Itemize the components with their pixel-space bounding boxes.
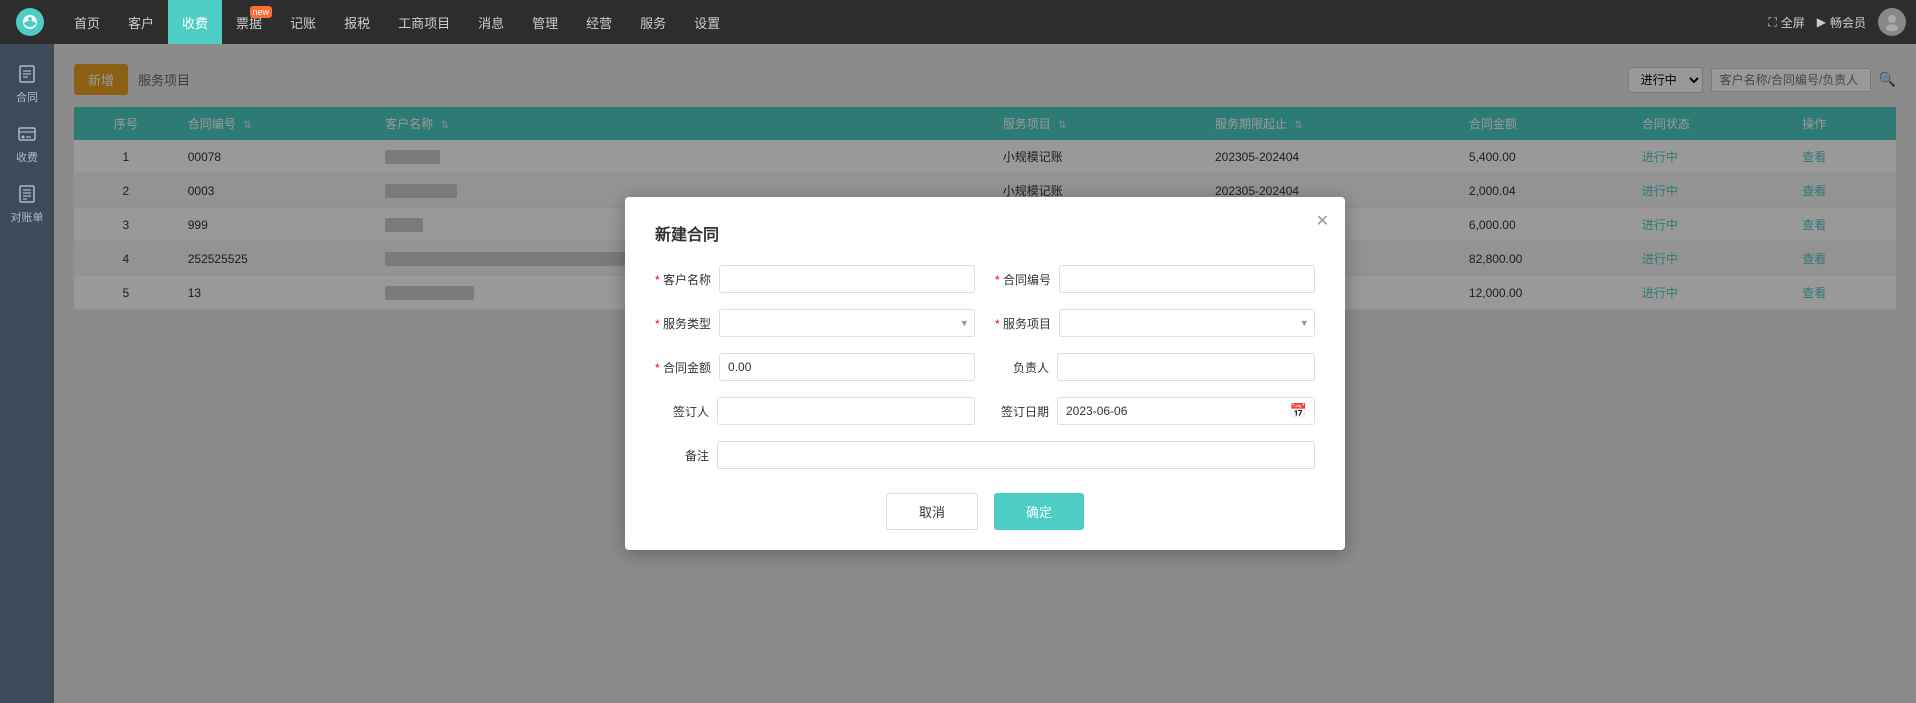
reconciliation-icon [16,183,38,205]
signer-row: 签订人 [655,397,975,425]
nav-right: ⛶ 全屏 ▶ 畅会员 [1768,8,1906,36]
fullscreen-button[interactable]: ⛶ 全屏 [1768,14,1804,31]
nav-item-customer[interactable]: 客户 [114,0,168,44]
sidebar: 合同 收费 [0,44,54,703]
service-type-row: 服务类型 [655,309,975,337]
billing-icon [16,123,38,145]
responsible-row: 负责人 [995,353,1315,381]
service-item-select[interactable] [1059,309,1315,337]
contract-amount-label: 合同金额 [655,359,711,376]
modal-form: 客户名称 合同编号 服务类型 [655,265,1315,469]
service-type-select[interactable] [719,309,975,337]
nav-item-message[interactable]: 消息 [464,0,518,44]
modal-footer: 取消 确定 [655,493,1315,530]
responsible-label: 负责人 [995,359,1049,376]
signer-label: 签订人 [655,403,709,420]
nav-item-manage[interactable]: 管理 [518,0,572,44]
responsible-input[interactable] [1057,353,1315,381]
member-button[interactable]: ▶ 畅会员 [1817,14,1866,31]
remark-label: 备注 [655,447,709,464]
sidebar-item-contract[interactable]: 合同 [0,54,54,114]
nav-item-invoice[interactable]: 票据 new [222,0,276,44]
nav-item-bizproject[interactable]: 工商项目 [384,0,464,44]
customer-name-label: 客户名称 [655,271,711,288]
nav-item-billing[interactable]: 收费 [168,0,222,44]
signer-input[interactable] [717,397,975,425]
logo-icon [16,8,44,36]
main-layout: 合同 收费 [0,44,1916,703]
new-badge: new [250,6,273,18]
modal-close-button[interactable]: ✕ [1316,211,1329,231]
service-type-select-wrap [719,309,975,337]
service-item-label: 服务项目 [995,315,1051,332]
sign-date-input[interactable] [1057,397,1315,425]
sign-date-row: 签订日期 📅 [995,397,1315,425]
contract-no-input[interactable] [1059,265,1315,293]
cancel-button[interactable]: 取消 [886,493,978,530]
content-area: 新增 服务项目 进行中 已完成 已取消 🔍 序号 合同编号 ⇅ 客户名称 ⇅ 服… [54,44,1916,703]
nav-item-home[interactable]: 首页 [60,0,114,44]
service-item-row: 服务项目 [995,309,1315,337]
top-navigation: 首页 客户 收费 票据 new 记账 报税 工商项目 消息 管理 经营 服务 设… [0,0,1916,44]
contract-amount-row: 合同金额 [655,353,975,381]
sidebar-item-billing[interactable]: 收费 [0,114,54,174]
contract-amount-input[interactable] [719,353,975,381]
remark-row: 备注 [655,441,1315,469]
service-item-select-wrap [1059,309,1315,337]
contract-icon [16,63,38,85]
remark-input[interactable] [717,441,1315,469]
nav-item-service[interactable]: 服务 [626,0,680,44]
customer-name-row: 客户名称 [655,265,975,293]
new-contract-modal: ✕ 新建合同 客户名称 合同编号 服务类型 [625,197,1345,550]
sidebar-item-reconciliation[interactable]: 对账单 [0,174,54,234]
service-type-label: 服务类型 [655,315,711,332]
nav-item-operation[interactable]: 经营 [572,0,626,44]
modal-overlay: ✕ 新建合同 客户名称 合同编号 服务类型 [54,44,1916,703]
nav-item-bookkeeping[interactable]: 记账 [276,0,330,44]
sign-date-wrap: 📅 [1057,397,1315,425]
modal-title: 新建合同 [655,221,1315,245]
sign-date-label: 签订日期 [995,403,1049,420]
nav-item-tax[interactable]: 报税 [330,0,384,44]
contract-no-row: 合同编号 [995,265,1315,293]
customer-name-input[interactable] [719,265,975,293]
logo [10,0,50,44]
nav-item-settings[interactable]: 设置 [680,0,734,44]
user-avatar[interactable] [1878,8,1906,36]
confirm-button[interactable]: 确定 [994,493,1084,530]
contract-no-label: 合同编号 [995,271,1051,288]
